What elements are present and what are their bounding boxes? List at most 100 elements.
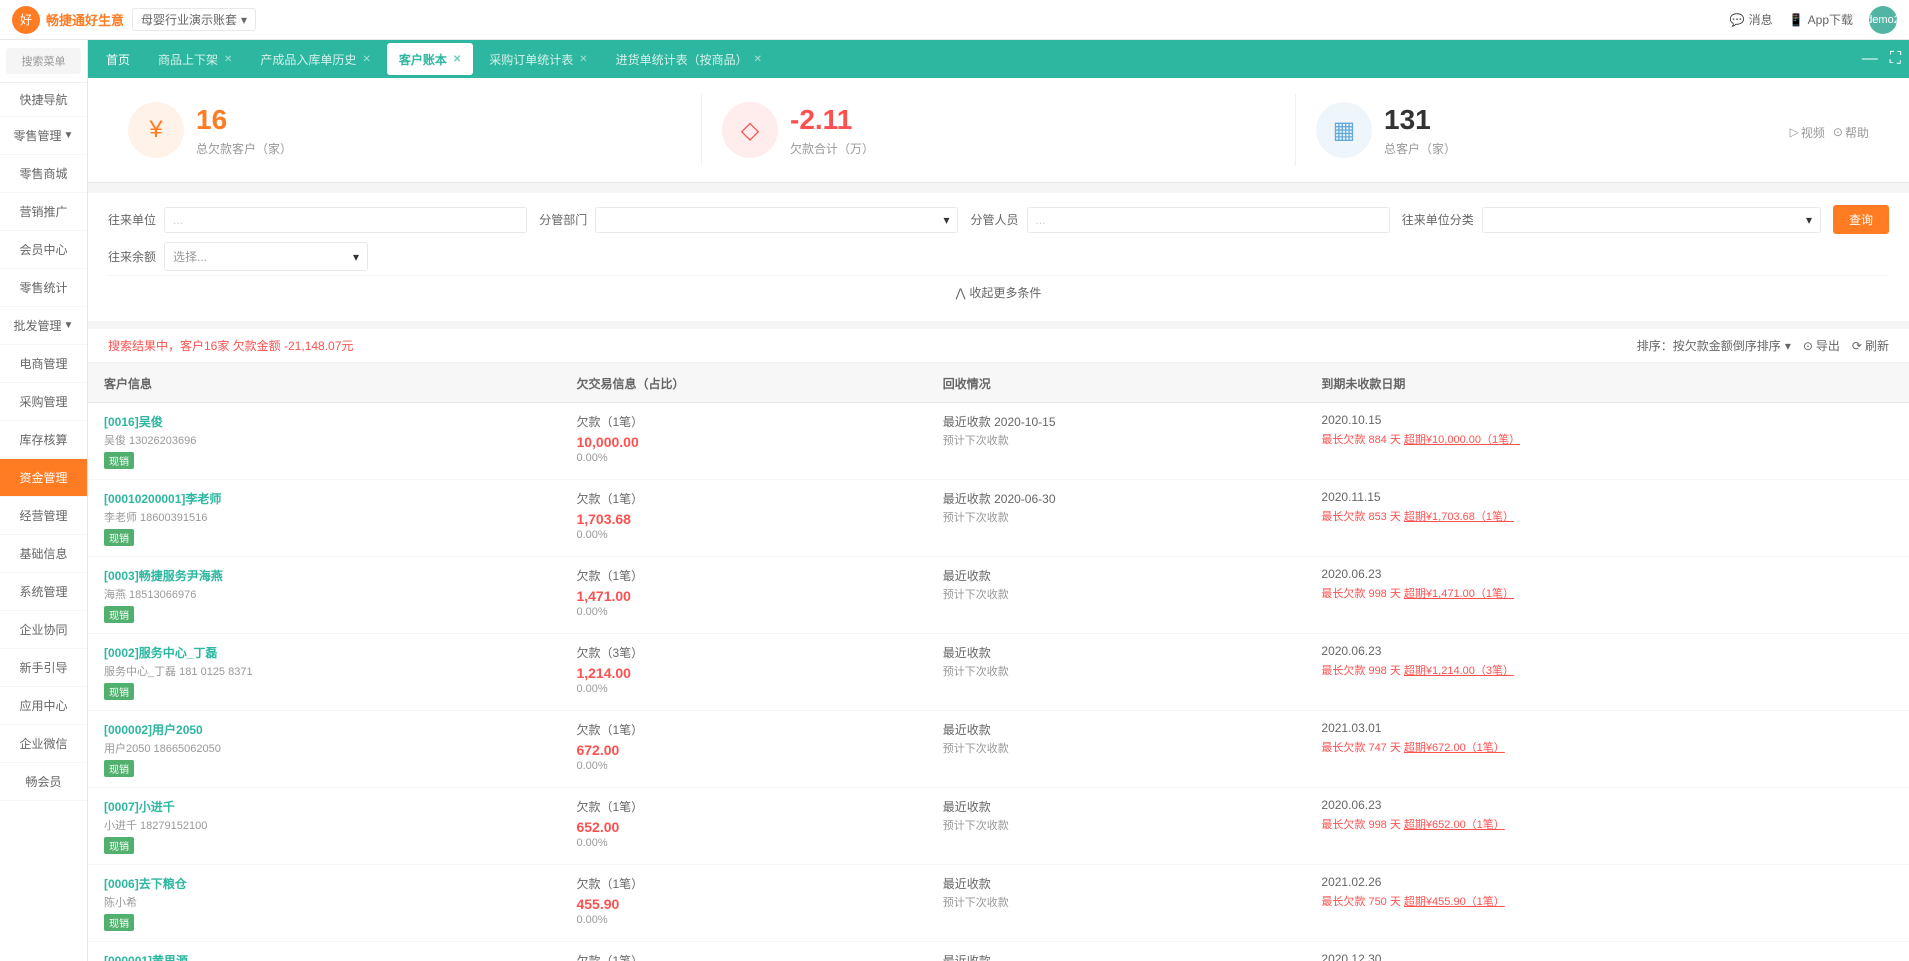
recent-collection-date: 最近收款 2020-06-30 <box>943 490 1290 507</box>
sidebar-item-retail-mall[interactable]: 零售商城 <box>0 155 87 193</box>
sidebar-item-operations[interactable]: 经营管理 <box>0 497 87 535</box>
sidebar-item-inventory[interactable]: 库存核算 <box>0 421 87 459</box>
close-icon[interactable]: ✕ <box>579 54 587 65</box>
debt-amount[interactable]: 455.90 <box>576 896 910 912</box>
debt-amount[interactable]: 10,000.00 <box>576 434 910 450</box>
sidebar-item-purchase-mgmt[interactable]: 采购管理 <box>0 383 87 421</box>
main-wrapper: 搜索菜单 快捷导航 零售管理 ▼ 零售商城 营销推广 会员中心 零售统计 批发管… <box>0 40 1909 961</box>
sidebar-item-enterprise-wechat[interactable]: 企业微信 <box>0 725 87 763</box>
sidebar-item-app-center[interactable]: 应用中心 <box>0 687 87 725</box>
tab-purchase-order[interactable]: 采购订单统计表 ✕ <box>477 43 599 75</box>
customer-name-link[interactable]: [00010200001]李老师 <box>104 490 544 507</box>
sidebar-item-marketing[interactable]: 营销推广 <box>0 193 87 231</box>
close-icon[interactable]: ✕ <box>754 54 762 65</box>
customer-name-link[interactable]: [0006]去下粮仓 <box>104 875 544 892</box>
overdue-link[interactable]: 超期¥672.00（1笔） <box>1404 742 1505 754</box>
sidebar-item-finance[interactable]: 资金管理 <box>0 459 87 497</box>
sidebar-item-ecommerce[interactable]: 电商管理 <box>0 345 87 383</box>
debt-amount[interactable]: 672.00 <box>576 742 910 758</box>
customer-name-link[interactable]: [0002]服务中心_丁磊 <box>104 644 544 661</box>
customer-contact: 小进千 18279152100 <box>104 817 544 833</box>
sidebar-item-retail-mgmt[interactable]: 零售管理 ▼ <box>0 117 87 155</box>
due-date-cell: 2020.12.30 最长欠款 808 天 超期¥429.00（1笔） <box>1305 942 1909 961</box>
unit-category-select[interactable]: ▾ <box>1482 207 1821 233</box>
due-date-value: 2020.06.23 <box>1321 798 1893 812</box>
filter-source-unit: 往来单位 ... <box>108 207 527 233</box>
app-download-button[interactable]: 📱 App下载 <box>1789 11 1853 28</box>
overdue-link[interactable]: 超期¥455.90（1笔） <box>1404 896 1505 908</box>
sidebar-item-retail-stats[interactable]: 零售统计 <box>0 269 87 307</box>
dept-select[interactable]: ▾ <box>595 207 958 233</box>
stat-label-debt-total: 欠款合计（万） <box>790 140 874 157</box>
close-icon[interactable]: ✕ <box>453 54 461 65</box>
debt-count: 欠款（1笔） <box>576 721 910 738</box>
customer-name-link[interactable]: [000002]用户2050 <box>104 721 544 738</box>
sidebar-item-enterprise-coop[interactable]: 企业协同 <box>0 611 87 649</box>
customer-contact: 用户2050 18665062050 <box>104 740 544 756</box>
collapse-button[interactable]: ⋀ 收起更多条件 <box>948 280 1050 305</box>
col-repayment: 回收情况 <box>927 365 1306 403</box>
repayment-cell: 最近收款 预计下次收款 <box>927 788 1306 865</box>
search-button[interactable]: 查询 <box>1833 205 1889 234</box>
next-collection-label: 预计下次收款 <box>943 817 1290 833</box>
sort-select[interactable]: 排序：按欠款金额倒序排序 ▾ <box>1637 337 1791 354</box>
next-collection-label: 预计下次收款 <box>943 663 1290 679</box>
store-selector[interactable]: 母婴行业演示账套 ▾ <box>132 8 256 31</box>
chevron-down-icon: ▾ <box>353 250 359 264</box>
refresh-button[interactable]: ⟳ 刷新 <box>1852 337 1889 354</box>
chevron-down-icon: ▾ <box>241 13 247 27</box>
customer-contact: 服务中心_丁磊 181 0125 8371 <box>104 663 544 679</box>
debt-amount[interactable]: 652.00 <box>576 819 910 835</box>
overdue-link[interactable]: 超期¥1,471.00（1笔） <box>1404 588 1514 600</box>
sidebar-item-member-vip[interactable]: 畅会员 <box>0 763 87 801</box>
message-icon: 💬 <box>1730 13 1745 27</box>
customer-name-link[interactable]: [0003]畅捷服务尹海燕 <box>104 567 544 584</box>
debt-amount[interactable]: 1,471.00 <box>576 588 910 604</box>
search-menu-button[interactable]: 搜索菜单 <box>6 48 81 74</box>
tab-stock-stats[interactable]: 进货单统计表（按商品） ✕ <box>604 43 774 75</box>
user-avatar-button[interactable]: demo2 <box>1869 6 1897 34</box>
tab-production-history[interactable]: 产成品入库单历史 ✕ <box>248 43 382 75</box>
table-row: [00010200001]李老师 李老师 18600391516 现销 欠款（1… <box>88 480 1909 557</box>
due-date-value: 2020.06.23 <box>1321 567 1893 581</box>
overdue-link[interactable]: 超期¥10,000.00（1笔） <box>1404 434 1520 446</box>
video-button[interactable]: ▷ 视频 <box>1790 124 1825 141</box>
help-button[interactable]: ⊙ 帮助 <box>1833 124 1869 141</box>
overdue-info: 最长欠款 998 天 超期¥1,214.00（3笔） <box>1321 662 1893 678</box>
sidebar-item-quick-nav[interactable]: 快捷导航 <box>0 83 87 117</box>
sidebar-item-batch-mgmt[interactable]: 批发管理 ▼ <box>0 307 87 345</box>
message-button[interactable]: 💬 消息 <box>1730 11 1773 28</box>
overdue-link[interactable]: 超期¥1,214.00（3笔） <box>1404 665 1514 677</box>
tab-home[interactable]: 首页 <box>94 43 142 75</box>
debt-amount[interactable]: 1,214.00 <box>576 665 910 681</box>
sidebar-search-area: 搜索菜单 <box>0 40 87 83</box>
overdue-link[interactable]: 超期¥652.00（1笔） <box>1404 819 1505 831</box>
minimize-icon[interactable]: — <box>1858 50 1882 68</box>
debt-amount[interactable]: 1,703.68 <box>576 511 910 527</box>
tab-label: 产成品入库单历史 <box>260 51 356 68</box>
maximize-icon[interactable]: ⛶ <box>1886 50 1905 68</box>
sidebar-item-system[interactable]: 系统管理 <box>0 573 87 611</box>
sort-label: 排序：按欠款金额倒序排序 <box>1637 337 1781 354</box>
debt-info-cell: 欠款（1笔） 429.00 0.00% <box>560 942 926 961</box>
debt-info-cell: 欠款（1笔） 672.00 0.00% <box>560 711 926 788</box>
content-area: ¥ 16 总欠款客户（家） ◇ -2.11 欠款合计（万） ▦ <box>88 78 1909 961</box>
export-button[interactable]: ⊙ 导出 <box>1803 337 1840 354</box>
overdue-link[interactable]: 超期¥1,703.68（1笔） <box>1404 511 1514 523</box>
tab-customer-account[interactable]: 客户账本 ✕ <box>387 43 473 75</box>
sidebar-item-members[interactable]: 会员中心 <box>0 231 87 269</box>
customer-name-link[interactable]: [0007]小进千 <box>104 798 544 815</box>
sidebar-item-new-guide[interactable]: 新手引导 <box>0 649 87 687</box>
close-icon[interactable]: ✕ <box>224 54 232 65</box>
balance-select[interactable]: 选择... ▾ <box>164 242 368 271</box>
due-date-value: 2021.03.01 <box>1321 721 1893 735</box>
customer-name-link[interactable]: [0016]吴俊 <box>104 413 544 430</box>
tab-product-shelf[interactable]: 商品上下架 ✕ <box>146 43 244 75</box>
sidebar-item-basic-info[interactable]: 基础信息 <box>0 535 87 573</box>
debt-count: 欠款（1笔） <box>576 875 910 892</box>
due-date-value: 2020.06.23 <box>1321 644 1893 658</box>
person-input[interactable]: ... <box>1027 207 1390 233</box>
customer-name-link[interactable]: [000001]黄思源 <box>104 952 544 961</box>
source-unit-input[interactable]: ... <box>164 207 527 233</box>
close-icon[interactable]: ✕ <box>362 54 370 65</box>
